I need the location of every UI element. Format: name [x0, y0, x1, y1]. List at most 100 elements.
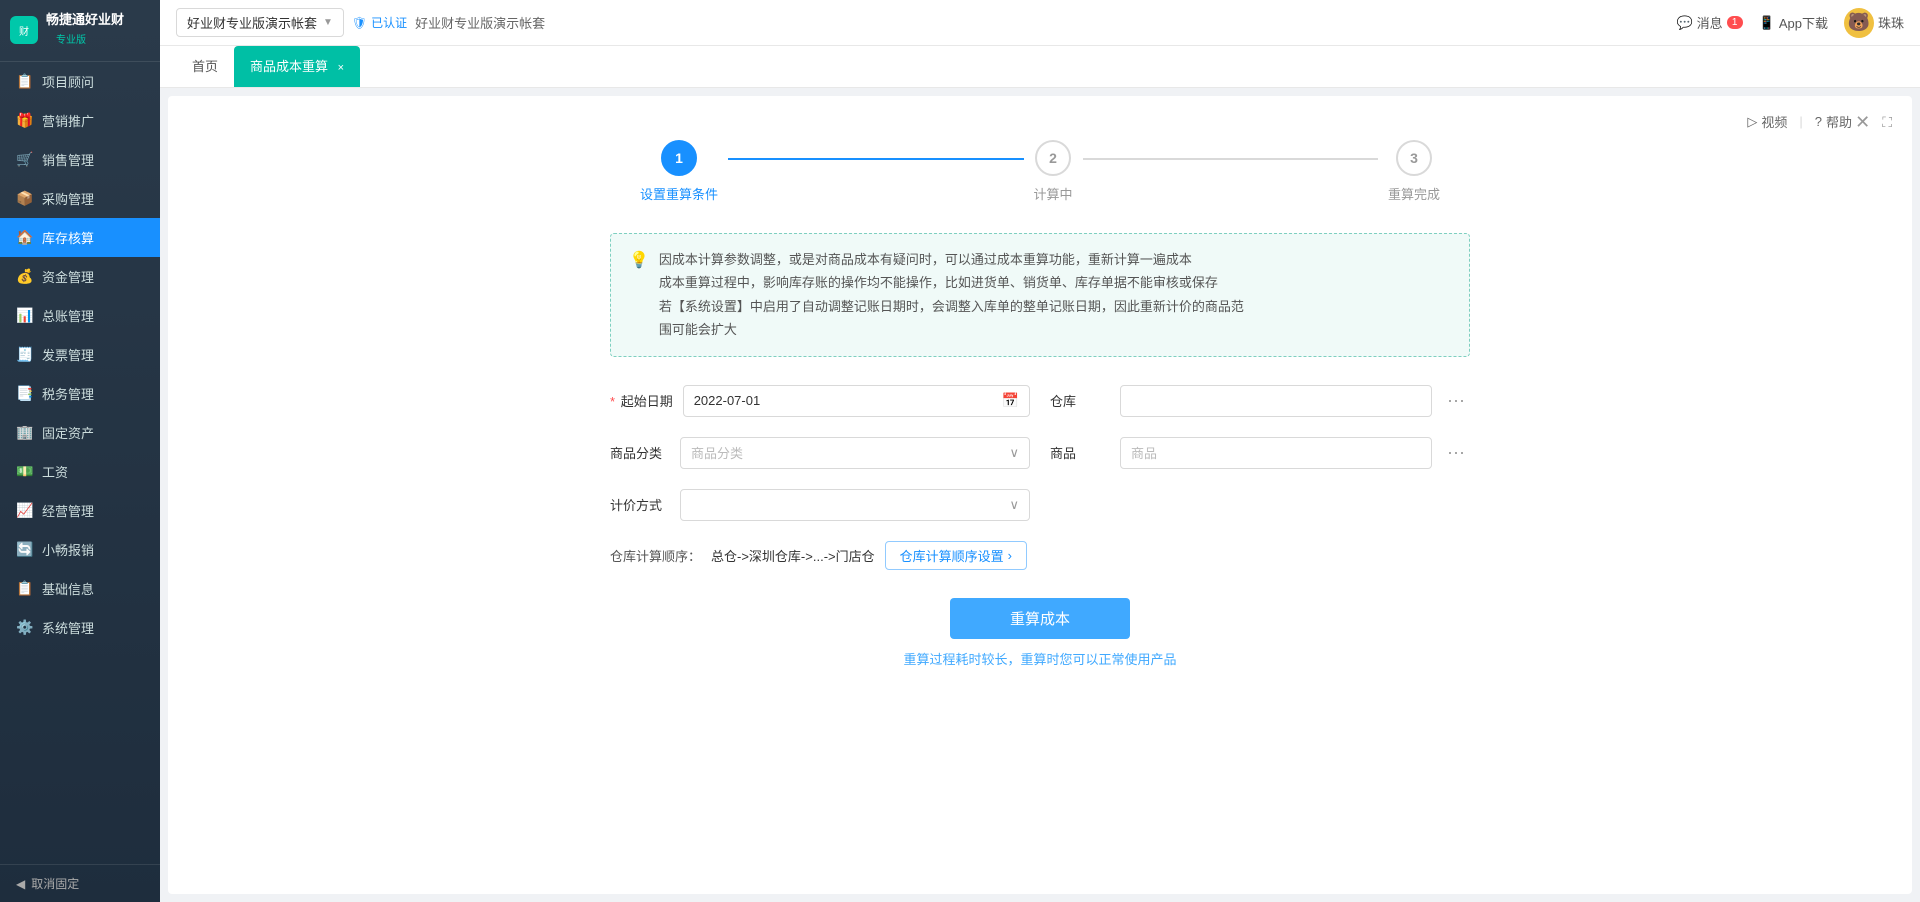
expand-button[interactable]: ⛶ [1882, 114, 1892, 131]
recalc-section: 重算成本 重算过程耗时较长，重算时您可以正常使用产品 [610, 598, 1470, 668]
sidebar-item-finance[interactable]: 💰 资金管理 [0, 257, 160, 296]
tab-bar: 首页 商品成本重算 × [160, 46, 1920, 88]
marketing-icon: 🎁 [16, 111, 34, 129]
goods-more-button[interactable]: ··· [1442, 442, 1470, 463]
warehouse-label: 仓库 [1050, 391, 1110, 410]
sidebar-item-label: 库存核算 [42, 228, 94, 247]
account-name: 好业财专业版演示帐套 [415, 13, 545, 32]
purchase-icon: 📦 [16, 189, 34, 207]
app-download-button[interactable]: 📱 App下载 [1759, 13, 1828, 32]
operations-icon: 📈 [16, 501, 34, 519]
step-3-num: 3 [1410, 150, 1418, 166]
step-2-num: 2 [1049, 150, 1057, 166]
app-name: 畅捷通好业财 [46, 12, 124, 28]
unpin-button[interactable]: ◀ 取消固定 [0, 864, 160, 902]
inventory-icon: 🏠 [16, 228, 34, 246]
recalc-button[interactable]: 重算成本 [950, 598, 1130, 639]
basic-icon: 📋 [16, 579, 34, 597]
category-select[interactable]: 商品分类 ∨ [680, 437, 1030, 469]
app-edition: 专业版 [46, 28, 124, 49]
app-download-label: App下载 [1779, 13, 1828, 32]
warehouse-more-button[interactable]: ··· [1442, 390, 1470, 411]
sidebar-item-label: 小畅报销 [42, 540, 94, 559]
form-row-1: * 起始日期 2022-07-01 📅 仓库 ··· [610, 385, 1470, 417]
tab-close-icon[interactable]: × [338, 62, 344, 74]
category-placeholder: 商品分类 [691, 443, 743, 462]
sidebar-item-label: 发票管理 [42, 345, 94, 364]
sidebar-item-invoice[interactable]: 🧾 发票管理 [0, 335, 160, 374]
video-link[interactable]: ▷ 视频 [1747, 112, 1787, 131]
info-box: 💡 因成本计算参数调整，或是对商品成本有疑问时，可以通过成本重算功能，重新计算一… [610, 233, 1470, 357]
chevron-right-icon: › [1008, 548, 1012, 563]
app-logo-icon: 财 [10, 16, 38, 44]
tab-cost-recalc-label: 商品成本重算 [250, 59, 328, 74]
help-links: ▷ 视频 | ? 帮助 [1747, 112, 1852, 131]
sidebar-item-marketing[interactable]: 🎁 营销推广 [0, 101, 160, 140]
unpin-icon: ◀ [16, 877, 25, 891]
category-label: 商品分类 [610, 443, 670, 462]
account-selector-text: 好业财专业版演示帐套 [187, 13, 317, 32]
warehouse-order-settings-button[interactable]: 仓库计算顺序设置 › [885, 541, 1027, 570]
step-1-num: 1 [675, 150, 683, 166]
step-line-1 [728, 158, 1023, 160]
info-line-3: 若【系统设置】中启用了自动调整记账日期时，会调整入库单的整单记账日期，因此重新计… [659, 295, 1244, 318]
step-2: 2 计算中 [1034, 140, 1073, 203]
topbar-left: 好业财专业版演示帐套 ▼ 🛡 已认证 好业财专业版演示帐套 [176, 8, 545, 37]
content-header-actions: ✕ ⛶ [1855, 112, 1892, 133]
pricing-group: 计价方式 ∨ [610, 489, 1030, 521]
category-group: 商品分类 商品分类 ∨ [610, 437, 1030, 469]
pricing-select[interactable]: ∨ [680, 489, 1030, 521]
sidebar-item-system[interactable]: ⚙️ 系统管理 [0, 608, 160, 647]
sidebar-item-project[interactable]: 📋 项目顾问 [0, 62, 160, 101]
goods-placeholder: 商品 [1131, 443, 1421, 462]
sidebar-item-operations[interactable]: 📈 经营管理 [0, 491, 160, 530]
sidebar-item-basic[interactable]: 📋 基础信息 [0, 569, 160, 608]
start-date-group: * 起始日期 2022-07-01 📅 [610, 385, 1030, 417]
sidebar-item-payroll[interactable]: 💵 工资 [0, 452, 160, 491]
play-icon: ▷ [1747, 114, 1757, 130]
step-1-circle: 1 [661, 140, 697, 176]
sidebar-item-expense[interactable]: 🔄 小畅报销 [0, 530, 160, 569]
tab-cost-recalc[interactable]: 商品成本重算 × [234, 46, 360, 87]
sidebar-item-label: 基础信息 [42, 579, 94, 598]
steps-indicator: 1 设置重算条件 2 计算中 3 重算完成 [640, 140, 1440, 203]
user-profile[interactable]: 🐻 珠珠 [1844, 8, 1904, 38]
finance-icon: 💰 [16, 267, 34, 285]
sidebar-logo: 财 畅捷通好业财 专业版 [0, 0, 160, 62]
payroll-icon: 💵 [16, 462, 34, 480]
goods-group: 商品 商品 ··· [1050, 437, 1470, 469]
topbar-right: 💬 消息 1 📱 App下载 🐻 珠珠 [1676, 8, 1904, 38]
expense-icon: 🔄 [16, 540, 34, 558]
sidebar-item-label: 营销推广 [42, 111, 94, 130]
message-button[interactable]: 💬 消息 1 [1676, 13, 1742, 32]
system-icon: ⚙️ [16, 618, 34, 636]
info-line-1: 因成本计算参数调整，或是对商品成本有疑问时，可以通过成本重算功能，重新计算一遍成… [659, 248, 1244, 271]
warehouse-input[interactable] [1120, 385, 1432, 417]
help-link[interactable]: ? 帮助 [1815, 112, 1852, 131]
sidebar-item-assets[interactable]: 🏢 固定资产 [0, 413, 160, 452]
sidebar-item-tax[interactable]: 📑 税务管理 [0, 374, 160, 413]
sidebar-item-purchase[interactable]: 📦 采购管理 [0, 179, 160, 218]
question-icon: ? [1815, 114, 1822, 129]
form-row-3: 计价方式 ∨ [610, 489, 1470, 521]
verified-badge: 🛡 已认证 [352, 14, 407, 31]
project-icon: 📋 [16, 72, 34, 90]
sidebar-item-label: 系统管理 [42, 618, 94, 637]
account-selector[interactable]: 好业财专业版演示帐套 ▼ [176, 8, 344, 37]
sidebar-item-label: 资金管理 [42, 267, 94, 286]
message-badge: 1 [1727, 16, 1743, 29]
sidebar-item-inventory[interactable]: 🏠 库存核算 [0, 218, 160, 257]
sidebar-item-sales[interactable]: 🛒 销售管理 [0, 140, 160, 179]
content-area: ▷ 视频 | ? 帮助 ✕ ⛶ 1 设置重算条件 [168, 96, 1912, 894]
warehouse-group: 仓库 ··· [1050, 385, 1470, 417]
tab-home-label: 首页 [192, 59, 218, 74]
close-button[interactable]: ✕ [1855, 112, 1870, 133]
step-1: 1 设置重算条件 [640, 140, 718, 203]
goods-input[interactable]: 商品 [1120, 437, 1432, 469]
sidebar-item-accounting[interactable]: 📊 总账管理 [0, 296, 160, 335]
message-label: 消息 [1697, 13, 1723, 32]
warehouse-order-label: 仓库计算顺序： [610, 546, 701, 565]
start-date-input[interactable]: 2022-07-01 📅 [683, 385, 1030, 417]
recalc-btn-label: 重算成本 [1010, 611, 1070, 628]
tab-home[interactable]: 首页 [176, 46, 234, 87]
